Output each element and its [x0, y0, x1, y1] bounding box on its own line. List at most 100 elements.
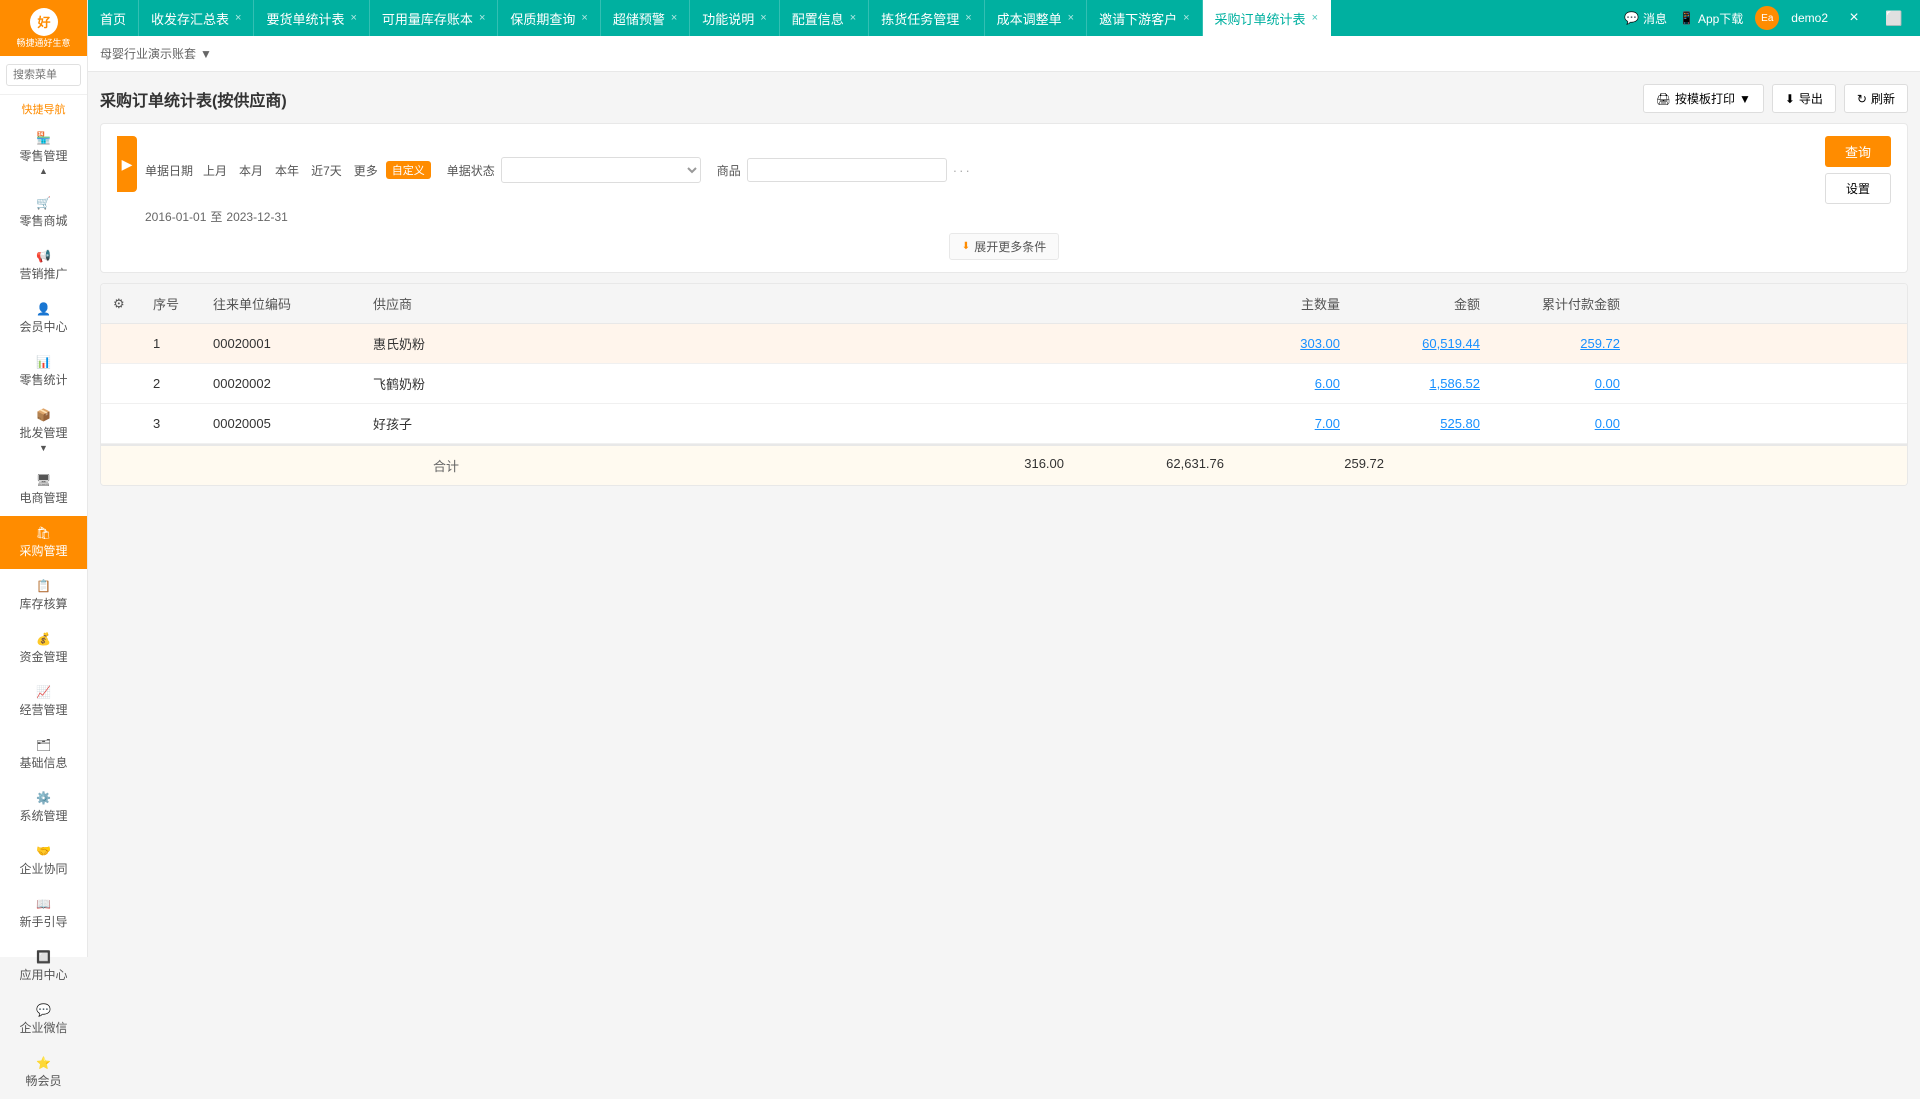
- shortcut-7days[interactable]: 近7天: [307, 160, 346, 181]
- close-tab-icon[interactable]: ×: [1183, 12, 1189, 24]
- tab-receive-summary[interactable]: 收发存汇总表 ×: [139, 0, 254, 36]
- filter-status-select[interactable]: [501, 157, 701, 183]
- close-tab-icon[interactable]: ×: [1312, 12, 1318, 24]
- user-avatar[interactable]: Ea: [1755, 6, 1779, 30]
- filter-goods-input[interactable]: [747, 158, 947, 182]
- tab-inventory-book[interactable]: 可用量库存账本 ×: [370, 0, 498, 36]
- tab-function-desc[interactable]: 功能说明 ×: [690, 0, 779, 36]
- shortcut-last-month[interactable]: 上月: [199, 160, 231, 181]
- mall-icon: 🛒: [36, 196, 51, 210]
- sidebar-item-batch[interactable]: 📦 批发管理 ▼: [0, 398, 87, 463]
- filter-card: ▶ 单据日期 上月 本月 本年 近7天 更多 自定义: [100, 123, 1908, 273]
- table-row[interactable]: 2 00020002 飞鹤奶粉 6.00 1,586.52 0.00: [101, 364, 1907, 404]
- sidebar-item-label: 系统管理: [19, 807, 67, 824]
- close-tab-icon[interactable]: ×: [581, 12, 587, 24]
- app-download-btn[interactable]: 📱 App下载: [1679, 10, 1743, 27]
- sidebar-item-ecom[interactable]: 🖥 电商管理: [0, 463, 87, 516]
- table-row[interactable]: 1 00020001 惠氏奶粉 303.00 60,519.44 259.72: [101, 324, 1907, 364]
- date-to: 2023-12-31: [226, 210, 287, 224]
- row-extra: [1632, 404, 1907, 444]
- export-btn[interactable]: ⬇ 导出: [1772, 84, 1836, 113]
- shortcut-more[interactable]: 更多: [350, 160, 382, 181]
- footer-label: 合计: [433, 456, 924, 475]
- topbar-nav: 首页 收发存汇总表 × 要货单统计表 × 可用量库存账本 × 保质期查询 × 超…: [88, 0, 1612, 36]
- sidebar-item-label: 新手引导: [19, 913, 67, 930]
- close-tab-icon[interactable]: ×: [350, 12, 356, 24]
- user-name[interactable]: demo2: [1791, 11, 1828, 25]
- tab-home[interactable]: 首页: [88, 0, 139, 36]
- sidebar-item-label: 企业微信: [19, 1019, 67, 1036]
- table-header-extra: [1632, 284, 1907, 324]
- tab-order-summary[interactable]: 要货单统计表 ×: [254, 0, 369, 36]
- template-print-btn[interactable]: 🖨 按模板打印 ▼: [1643, 84, 1764, 113]
- row-paid: 259.72: [1492, 324, 1632, 364]
- sidebar-item-retail-mall[interactable]: 🛒 零售商城: [0, 186, 87, 239]
- search-input[interactable]: [6, 64, 81, 86]
- close-tab-icon[interactable]: ×: [671, 12, 677, 24]
- row-amount: 1,586.52: [1352, 364, 1492, 404]
- sidebar-item-retail[interactable]: 🏪 零售管理 ▲: [0, 121, 87, 186]
- shortcut-this-year[interactable]: 本年: [271, 160, 303, 181]
- close-tab-icon[interactable]: ×: [1068, 12, 1074, 24]
- more-dots-icon[interactable]: ···: [953, 163, 972, 178]
- refresh-btn[interactable]: ↻ 刷新: [1844, 84, 1908, 113]
- filter-toggle-btn[interactable]: ▶: [117, 136, 137, 192]
- sidebar-item-wechat[interactable]: 💬 企业微信: [0, 993, 87, 1046]
- sidebar-item-ops[interactable]: 📈 经营管理: [0, 675, 87, 728]
- filter-date-shortcuts: 上月 本月 本年 近7天 更多 自定义: [199, 160, 431, 181]
- sidebar-item-label: 营销推广: [19, 265, 67, 282]
- sidebar-item-guide[interactable]: 📖 新手引导: [0, 887, 87, 940]
- sidebar-item-member[interactable]: 👤 会员中心: [0, 292, 87, 345]
- table-header-code: 往来单位编码: [201, 284, 361, 324]
- page-title-bar: 采购订单统计表(按供应商) 🖨 按模板打印 ▼ ⬇ 导出 ↻ 刷新: [100, 84, 1908, 113]
- tab-config[interactable]: 配置信息 ×: [780, 0, 869, 36]
- sidebar-item-vip[interactable]: ⭐ 畅会员: [0, 1046, 87, 1099]
- sidebar-item-collab[interactable]: 🤝 企业协同: [0, 834, 87, 887]
- print-dropdown-icon[interactable]: ▼: [1739, 92, 1751, 106]
- tab-expiry-query[interactable]: 保质期查询 ×: [498, 0, 600, 36]
- sidebar-item-purchase[interactable]: 🛍 采购管理: [0, 516, 87, 569]
- tab-purchase-summary[interactable]: 采购订单统计表 ×: [1203, 0, 1331, 36]
- filter-main-row: ▶ 单据日期 上月 本月 本年 近7天 更多 自定义: [117, 136, 1891, 225]
- tab-pick-task[interactable]: 拣货任务管理 ×: [869, 0, 984, 36]
- sidebar-item-label: 会员中心: [19, 318, 67, 335]
- sidebar-item-label: 零售商城: [19, 212, 67, 229]
- app-download-label: App下载: [1698, 10, 1743, 27]
- sidebar-item-apps[interactable]: 🔲 应用中心: [0, 940, 87, 993]
- sidebar-item-finance[interactable]: 💰 资金管理: [0, 622, 87, 675]
- batch-icon: 📦: [36, 408, 51, 422]
- close-tab-icon[interactable]: ×: [850, 12, 856, 24]
- sidebar-item-sys[interactable]: ⚙️ 系统管理: [0, 781, 87, 834]
- print-icon: 🖨: [1656, 92, 1671, 106]
- tab-invite-downstream[interactable]: 邀请下游客户 ×: [1087, 0, 1202, 36]
- sidebar-item-inventory[interactable]: 📋 库存核算: [0, 569, 87, 622]
- tab-cost-adj[interactable]: 成本调整单 ×: [985, 0, 1087, 36]
- refresh-icon: ↻: [1857, 92, 1867, 106]
- table-row[interactable]: 3 00020005 好孩子 7.00 525.80 0.00: [101, 404, 1907, 444]
- sidebar-item-marketing[interactable]: 📢 营销推广: [0, 239, 87, 292]
- window-max-btn[interactable]: ⬜: [1880, 4, 1908, 32]
- shortcut-this-month[interactable]: 本月: [235, 160, 267, 181]
- search-btn[interactable]: 查询: [1825, 136, 1891, 167]
- table-header-settings[interactable]: ⚙: [101, 284, 141, 324]
- row-qty: 303.00: [1232, 324, 1352, 364]
- sidebar-item-basic[interactable]: 🗂 基础信息: [0, 728, 87, 781]
- close-tab-icon[interactable]: ×: [760, 12, 766, 24]
- app-name: 畅捷通好生意: [16, 38, 70, 49]
- custom-date-badge[interactable]: 自定义: [386, 161, 431, 179]
- close-tab-icon[interactable]: ×: [965, 12, 971, 24]
- sidebar-item-retail-stat[interactable]: 📊 零售统计: [0, 345, 87, 398]
- workspace-dropdown-icon[interactable]: ▼: [200, 47, 212, 61]
- window-close-btn[interactable]: ×: [1840, 4, 1868, 32]
- tab-overstock[interactable]: 超储预警 ×: [601, 0, 690, 36]
- row-qty: 7.00: [1232, 404, 1352, 444]
- settings-btn[interactable]: 设置: [1825, 173, 1891, 204]
- table-header-supplier: 供应商: [361, 284, 1232, 324]
- close-tab-icon[interactable]: ×: [235, 12, 241, 24]
- sidebar-item-label: 资金管理: [19, 648, 67, 665]
- message-btn[interactable]: 💬 消息: [1624, 10, 1667, 27]
- basic-icon: 🗂: [36, 738, 51, 752]
- sidebar-nav-title[interactable]: 快捷导航: [0, 95, 87, 121]
- expand-more-btn[interactable]: ⬇ 展开更多条件: [949, 233, 1059, 260]
- close-tab-icon[interactable]: ×: [479, 12, 485, 24]
